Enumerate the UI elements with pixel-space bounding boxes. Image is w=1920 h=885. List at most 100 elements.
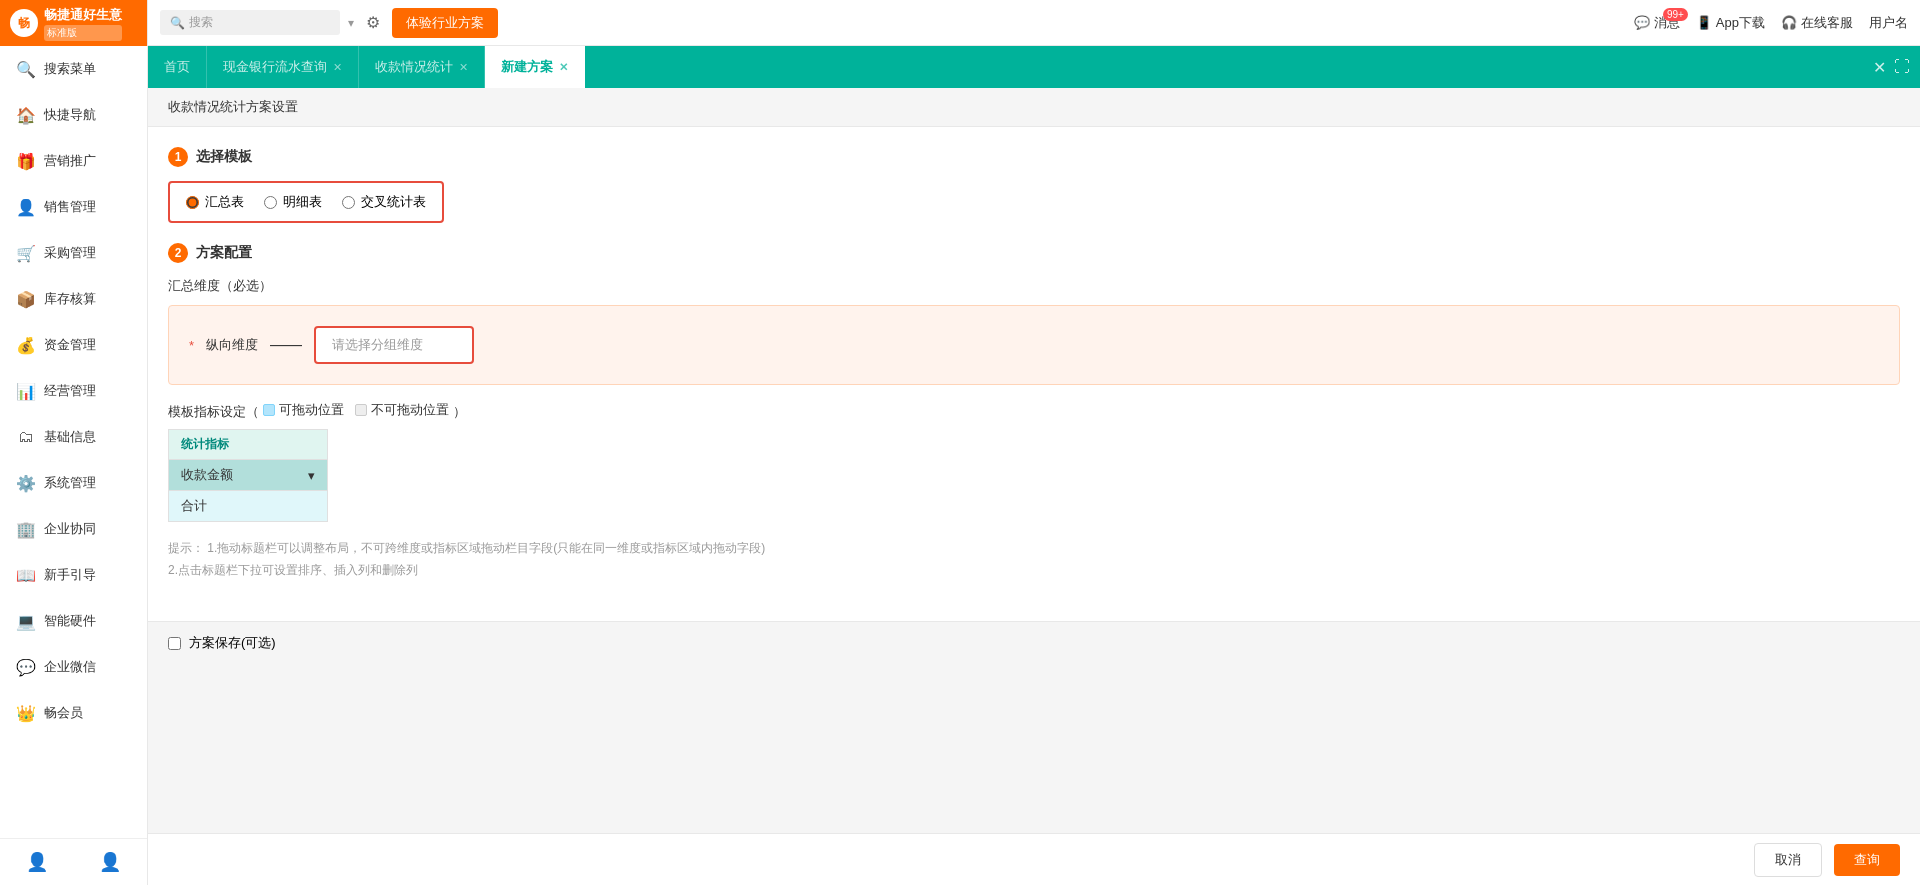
tab-close-new-plan[interactable]: ✕ (559, 61, 568, 74)
inventory-icon: 📦 (16, 290, 36, 309)
tab-label-collect: 收款情况统计 (375, 58, 453, 76)
topbar-right: 💬 99+ 消息 📱 App下载 🎧 在线客服 用户名 (1634, 14, 1908, 32)
radio-summary[interactable]: 汇总表 (186, 193, 244, 211)
gear-icon[interactable]: ⚙ (366, 13, 380, 32)
sidebar-item-sales[interactable]: 👤销售管理 (0, 184, 147, 230)
close-all-icon[interactable]: ✕ (1873, 58, 1886, 77)
search-icon: 🔍 (16, 60, 36, 79)
app-download-item[interactable]: 📱 App下载 (1696, 14, 1765, 32)
basic-icon: 🗂 (16, 428, 36, 446)
tip-2: 2.点击标题栏下拉可设置排序、插入列和删除列 (168, 560, 1900, 582)
sidebar-item-purchase[interactable]: 🛒采购管理 (0, 230, 147, 276)
topbar-dropdown[interactable]: ▾ (348, 16, 354, 30)
step1-title: 1 选择模板 (168, 147, 1900, 167)
sidebar-item-quick-nav[interactable]: 🏠 快捷导航 (0, 92, 147, 138)
tab-label-new-plan: 新建方案 (501, 58, 553, 76)
metrics-table: 统计指标 收款金额 ▾ 合计 (168, 429, 328, 522)
app-icon: 📱 (1696, 15, 1712, 30)
tab-close-bank[interactable]: ✕ (333, 61, 342, 74)
logo-badge: 标准版 (44, 25, 122, 41)
sidebar-item-wechat[interactable]: 💬企业微信 (0, 644, 147, 690)
step2-label: 方案配置 (196, 244, 252, 262)
user-icon-2: 👤 (99, 851, 121, 873)
topbar-search[interactable]: 🔍 搜索 (160, 10, 340, 35)
logo-text: 畅捷通好生意 (44, 6, 122, 24)
tabbar: 首页 现金银行流水查询 ✕ 收款情况统计 ✕ 新建方案 ✕ ✕ ⛶ (148, 46, 1920, 88)
sidebar-item-member[interactable]: 👑畅会员 (0, 690, 147, 736)
step2-title: 2 方案配置 (168, 243, 1900, 263)
form-container: 1 选择模板 汇总表 明细表 交叉统计表 (148, 127, 1920, 621)
marketing-icon: 🎁 (16, 152, 36, 171)
dim-select-box[interactable]: 请选择分组维度 (314, 326, 474, 364)
tab-new-plan[interactable]: 新建方案 ✕ (485, 46, 585, 88)
message-icon: 💬 (1634, 15, 1650, 30)
sidebar-item-basic[interactable]: 🗂基础信息 (0, 414, 147, 460)
sidebar-item-hardware[interactable]: 💻智能硬件 (0, 598, 147, 644)
service-label: 在线客服 (1801, 14, 1853, 32)
finance-icon: 💰 (16, 336, 36, 355)
sidebar-item-inventory[interactable]: 📦库存核算 (0, 276, 147, 322)
sidebar-item-search[interactable]: 🔍 搜索菜单 (0, 46, 147, 92)
quick-nav-icon: 🏠 (16, 106, 36, 125)
step2-section: 2 方案配置 汇总维度（必选） * 纵向维度 —— 请选择分组维度 (168, 243, 1900, 581)
save-checkbox[interactable] (168, 637, 181, 650)
radio-cross-input[interactable] (342, 196, 355, 209)
legend-close: ） (453, 404, 466, 419)
sidebar-item-corp[interactable]: 🏢企业协同 (0, 506, 147, 552)
tab-close-collect[interactable]: ✕ (459, 61, 468, 74)
tab-label-home: 首页 (164, 58, 190, 76)
sidebar-item-marketing[interactable]: 🎁营销推广 (0, 138, 147, 184)
metrics-table-header: 统计指标 (169, 430, 327, 460)
user-name-item[interactable]: 用户名 (1869, 14, 1908, 32)
service-item[interactable]: 🎧 在线客服 (1781, 14, 1853, 32)
tab-bank[interactable]: 现金银行流水查询 ✕ (207, 46, 359, 88)
system-label: 系统管理 (44, 474, 96, 492)
radio-cross[interactable]: 交叉统计表 (342, 193, 426, 211)
purchase-label: 采购管理 (44, 244, 96, 262)
radio-detail-input[interactable] (264, 196, 277, 209)
template-options: 汇总表 明细表 交叉统计表 (168, 181, 444, 223)
finance-label: 资金管理 (44, 336, 96, 354)
industry-btn[interactable]: 体验行业方案 (392, 8, 498, 38)
guide-label: 新手引导 (44, 566, 96, 584)
sidebar-bottom-item-1[interactable]: 👤 (18, 847, 56, 877)
user-icon-1: 👤 (26, 851, 48, 873)
radio-detail-label: 明细表 (283, 193, 322, 211)
message-item[interactable]: 💬 99+ 消息 (1634, 14, 1680, 32)
topbar: 🔍 搜索 ▾ ⚙ 体验行业方案 💬 99+ 消息 📱 App下载 🎧 在线客服 … (148, 0, 1920, 46)
legend-dot-draggable (263, 404, 275, 416)
radio-summary-input[interactable] (186, 196, 199, 209)
tab-collect[interactable]: 收款情况统计 ✕ (359, 46, 485, 88)
step2-badge: 2 (168, 243, 188, 263)
metrics-section: 模板指标设定（ 可拖动位置 不可拖动位置 ） 统计指标 (168, 401, 1900, 581)
sidebar-item-guide[interactable]: 📖新手引导 (0, 552, 147, 598)
search-label: 搜索菜单 (44, 60, 96, 78)
maximize-icon[interactable]: ⛶ (1894, 58, 1910, 76)
dim-field-label: 纵向维度 (206, 336, 258, 354)
logo-icon: 畅 (10, 9, 38, 37)
dim-row: * 纵向维度 —— 请选择分组维度 (189, 326, 474, 364)
quick-nav-label: 快捷导航 (44, 106, 96, 124)
sidebar-bottom-item-2[interactable]: 👤 (91, 847, 129, 877)
col-header-dropdown[interactable]: ▾ (308, 468, 315, 483)
cancel-button[interactable]: 取消 (1754, 843, 1822, 877)
sidebar-item-finance[interactable]: 💰 资金管理 (0, 322, 147, 368)
dimension-config: 汇总维度（必选） * 纵向维度 —— 请选择分组维度 (168, 277, 1900, 385)
operation-label: 经营管理 (44, 382, 96, 400)
search-icon: 🔍 (170, 16, 185, 30)
sidebar-bottom: 👤 👤 (0, 838, 147, 885)
page-header: 收款情况统计方案设置 (148, 88, 1920, 127)
tab-home[interactable]: 首页 (148, 46, 207, 88)
message-badge: 99+ (1663, 8, 1688, 21)
sidebar: 畅 畅捷通好生意 标准版 🔍 搜索菜单 🏠 快捷导航 🎁营销推广👤销售管理🛒采购管理📦库… (0, 0, 148, 885)
member-label: 畅会员 (44, 704, 83, 722)
sidebar-item-system[interactable]: ⚙️系统管理 (0, 460, 147, 506)
query-button[interactable]: 查询 (1834, 844, 1900, 876)
tab-label-bank: 现金银行流水查询 (223, 58, 327, 76)
wechat-icon: 💬 (16, 658, 36, 677)
radio-detail[interactable]: 明细表 (264, 193, 322, 211)
metrics-col-header: 收款金额 ▾ (169, 460, 327, 491)
sidebar-item-operation[interactable]: 📊经营管理 (0, 368, 147, 414)
tab-actions: ✕ ⛶ (1863, 46, 1920, 88)
search-placeholder: 搜索 (189, 14, 213, 31)
